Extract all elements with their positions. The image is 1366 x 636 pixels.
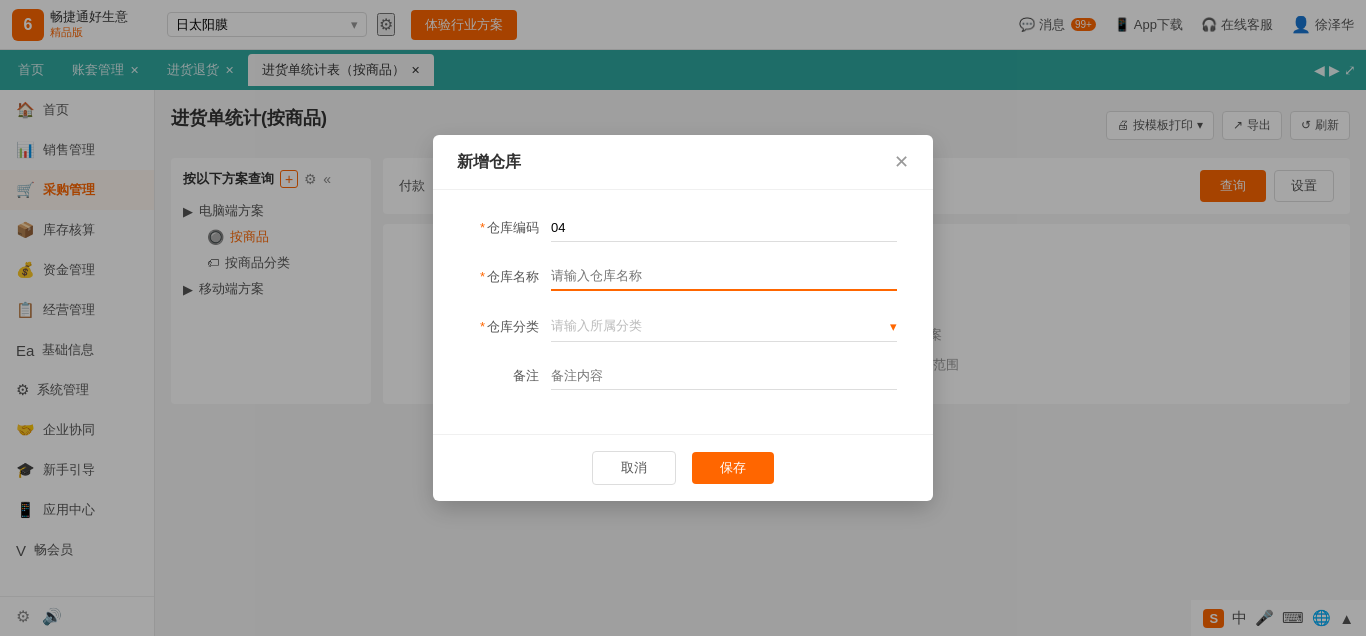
warehouse-name-input[interactable] <box>551 262 897 291</box>
remark-input[interactable] <box>551 362 897 390</box>
category-dropdown-icon: ▾ <box>890 319 897 334</box>
cancel-btn[interactable]: 取消 <box>592 451 676 485</box>
warehouse-category-select[interactable]: 请输入所属分类 ▾ <box>551 311 897 342</box>
modal-close-btn[interactable]: ✕ <box>894 151 909 173</box>
warehouse-name-label: *仓库名称 <box>469 268 539 286</box>
warehouse-category-placeholder: 请输入所属分类 <box>551 317 890 335</box>
modal-header: 新增仓库 ✕ <box>433 135 933 190</box>
modal-title: 新增仓库 <box>457 152 521 173</box>
warehouse-code-label: *仓库编码 <box>469 219 539 237</box>
modal-footer: 取消 保存 <box>433 434 933 501</box>
remark-row: 备注 <box>469 362 897 390</box>
new-warehouse-modal: 新增仓库 ✕ *仓库编码 *仓库名称 *仓库分类 <box>433 135 933 501</box>
modal-body: *仓库编码 *仓库名称 *仓库分类 请输入所属分类 ▾ <box>433 190 933 434</box>
remark-label: 备注 <box>469 367 539 385</box>
warehouse-code-row: *仓库编码 <box>469 214 897 242</box>
warehouse-category-label: *仓库分类 <box>469 318 539 336</box>
modal-overlay[interactable]: 新增仓库 ✕ *仓库编码 *仓库名称 *仓库分类 <box>0 0 1366 636</box>
warehouse-category-row: *仓库分类 请输入所属分类 ▾ <box>469 311 897 342</box>
warehouse-code-input[interactable] <box>551 214 897 242</box>
save-btn[interactable]: 保存 <box>692 452 774 484</box>
warehouse-name-row: *仓库名称 <box>469 262 897 291</box>
